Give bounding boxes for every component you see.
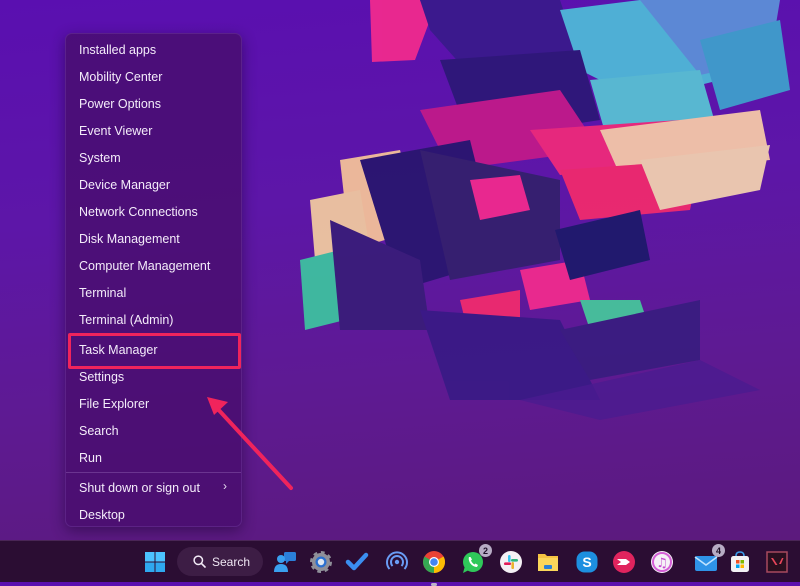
menu-item-file-explorer[interactable]: File Explorer bbox=[66, 390, 241, 417]
menu-item-label: File Explorer bbox=[79, 396, 150, 411]
taskbar-slack[interactable] bbox=[499, 550, 523, 574]
taskbar-file-explorer[interactable] bbox=[536, 550, 560, 574]
menu-item-event-viewer[interactable]: Event Viewer bbox=[66, 117, 241, 144]
valorant-icon bbox=[766, 551, 788, 573]
winx-context-menu: Installed apps Mobility Center Power Opt… bbox=[65, 33, 242, 527]
menu-item-label: Run bbox=[79, 450, 102, 465]
menu-item-shut-down-or-sign-out[interactable]: Shut down or sign out › bbox=[66, 474, 241, 501]
taskbar-red-app[interactable] bbox=[612, 550, 636, 574]
taskbar-teams-chat[interactable] bbox=[273, 550, 297, 574]
menu-item-label: Event Viewer bbox=[79, 123, 153, 138]
menu-item-terminal-admin[interactable]: Terminal (Admin) bbox=[66, 306, 241, 333]
checkmark-icon bbox=[345, 552, 369, 571]
taskbar-valorant[interactable] bbox=[765, 550, 789, 574]
search-label: Search bbox=[212, 554, 251, 569]
notification-badge: 2 bbox=[479, 544, 492, 557]
chrome-icon bbox=[423, 551, 445, 573]
menu-item-installed-apps[interactable]: Installed apps bbox=[66, 36, 241, 63]
menu-item-search[interactable]: Search bbox=[66, 417, 241, 444]
menu-item-device-manager[interactable]: Device Manager bbox=[66, 171, 241, 198]
menu-item-computer-management[interactable]: Computer Management bbox=[66, 252, 241, 279]
store-icon bbox=[731, 551, 749, 572]
taskbar-itunes[interactable]: ♫ bbox=[650, 550, 674, 574]
taskbar-settings[interactable] bbox=[309, 550, 333, 574]
skype-icon: S bbox=[576, 551, 598, 573]
start-button[interactable] bbox=[143, 550, 167, 574]
menu-item-label: Search bbox=[79, 423, 119, 438]
svg-text:♫: ♫ bbox=[656, 556, 668, 571]
menu-item-disk-management[interactable]: Disk Management bbox=[66, 225, 241, 252]
menu-item-power-options[interactable]: Power Options bbox=[66, 90, 241, 117]
taskbar-search-button[interactable]: Search bbox=[177, 547, 263, 576]
menu-item-label: Network Connections bbox=[79, 204, 198, 219]
menu-item-label: System bbox=[79, 150, 121, 165]
taskbar-microsoft-store[interactable] bbox=[728, 550, 752, 574]
chat-icon bbox=[274, 552, 296, 572]
menu-item-network-connections[interactable]: Network Connections bbox=[66, 198, 241, 225]
taskbar-mail[interactable]: 4 bbox=[694, 544, 725, 574]
menu-item-label: Shut down or sign out bbox=[79, 480, 200, 495]
menu-item-label: Power Options bbox=[79, 96, 161, 111]
menu-separator bbox=[66, 472, 241, 473]
menu-item-label: Desktop bbox=[79, 507, 125, 522]
menu-item-label: Disk Management bbox=[79, 231, 180, 246]
menu-item-desktop[interactable]: Desktop bbox=[66, 501, 241, 528]
taskbar: Search 2 S ♫ 4 bbox=[0, 540, 800, 586]
slack-icon bbox=[500, 551, 522, 573]
taskbar-skype[interactable]: S bbox=[575, 550, 599, 574]
taskbar-todo[interactable] bbox=[345, 550, 369, 574]
menu-item-terminal[interactable]: Terminal bbox=[66, 279, 241, 306]
gear-icon bbox=[310, 551, 332, 573]
menu-item-system[interactable]: System bbox=[66, 144, 241, 171]
broadcast-icon bbox=[386, 551, 408, 570]
music-note-icon: ♫ bbox=[651, 551, 673, 573]
search-icon bbox=[193, 555, 206, 568]
menu-item-label: Mobility Center bbox=[79, 69, 163, 84]
menu-item-label: Device Manager bbox=[79, 177, 171, 192]
chevron-right-icon: › bbox=[223, 479, 227, 493]
annotation-highlight-box bbox=[68, 333, 241, 369]
folder-icon bbox=[538, 554, 558, 571]
windows-logo-icon bbox=[145, 552, 165, 572]
menu-item-run[interactable]: Run bbox=[66, 444, 241, 471]
red-circle-app-icon bbox=[613, 551, 635, 573]
menu-item-label: Terminal (Admin) bbox=[79, 312, 174, 327]
taskbar-hotspot[interactable] bbox=[385, 550, 409, 574]
menu-item-mobility-center[interactable]: Mobility Center bbox=[66, 63, 241, 90]
menu-item-label: Settings bbox=[79, 369, 125, 384]
desktop: Installed apps Mobility Center Power Opt… bbox=[0, 0, 800, 540]
menu-item-label: Computer Management bbox=[79, 258, 211, 273]
taskbar-chrome[interactable] bbox=[422, 550, 446, 586]
notification-badge: 4 bbox=[712, 544, 725, 557]
taskbar-whatsapp[interactable]: 2 bbox=[461, 544, 492, 574]
menu-item-label: Terminal bbox=[79, 285, 127, 300]
menu-item-label: Installed apps bbox=[79, 42, 157, 57]
svg-text:S: S bbox=[582, 554, 591, 570]
